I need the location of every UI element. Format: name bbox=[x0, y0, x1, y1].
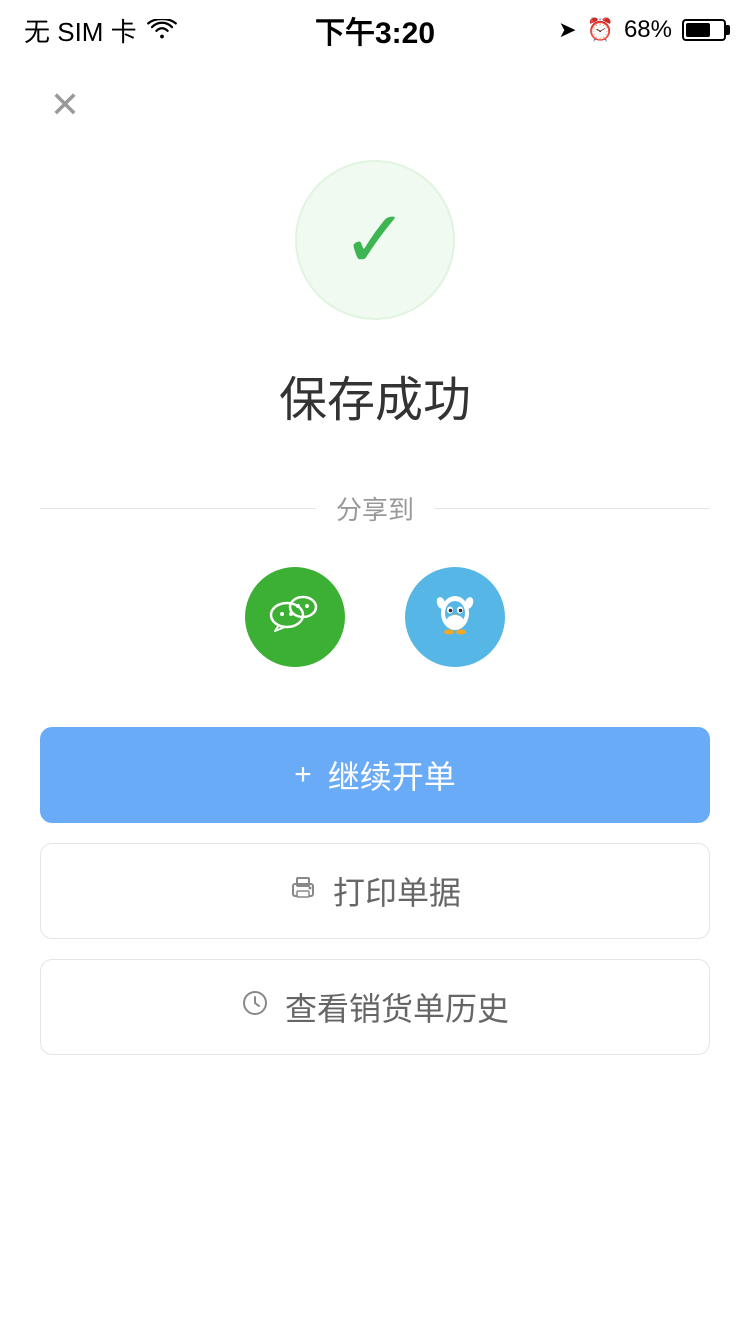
close-icon: ✕ bbox=[50, 87, 80, 123]
main-content: ✕ ✓ 保存成功 分享到 bbox=[0, 60, 750, 1334]
continue-button[interactable]: + 继续开单 bbox=[40, 727, 710, 823]
status-time: 下午3:20 bbox=[315, 8, 435, 52]
history-icon bbox=[241, 989, 269, 1025]
print-label: 打印单据 bbox=[333, 868, 461, 914]
plus-icon: + bbox=[294, 758, 312, 792]
status-bar: 无 SIM 卡 下午3:20 ➤ ⏰ 68% bbox=[0, 0, 750, 60]
share-label: 分享到 bbox=[336, 490, 414, 527]
history-button[interactable]: 查看销货单历史 bbox=[40, 959, 710, 1055]
action-buttons: + 继续开单 打印单据 查看销货单历史 bbox=[40, 727, 710, 1055]
success-title: 保存成功 bbox=[279, 360, 471, 430]
wifi-icon bbox=[147, 15, 177, 46]
checkmark-icon: ✓ bbox=[341, 200, 408, 280]
print-button[interactable]: 打印单据 bbox=[40, 843, 710, 939]
qq-share-button[interactable] bbox=[405, 567, 505, 667]
status-right: ➤ ⏰ 68% bbox=[558, 16, 726, 44]
history-label: 查看销货单历史 bbox=[285, 984, 509, 1030]
share-section: 分享到 bbox=[40, 490, 710, 667]
divider-left bbox=[40, 508, 316, 509]
share-divider: 分享到 bbox=[40, 490, 710, 527]
status-left: 无 SIM 卡 bbox=[24, 12, 177, 49]
success-circle: ✓ bbox=[295, 160, 455, 320]
continue-label: 继续开单 bbox=[328, 752, 456, 798]
share-icons bbox=[245, 567, 505, 667]
wechat-share-button[interactable] bbox=[245, 567, 345, 667]
carrier-text: 无 SIM 卡 bbox=[24, 12, 137, 49]
battery-percent: 68% bbox=[624, 16, 672, 44]
print-icon bbox=[289, 874, 317, 909]
divider-right bbox=[434, 508, 710, 509]
alarm-icon: ⏰ bbox=[587, 17, 614, 43]
close-button[interactable]: ✕ bbox=[40, 80, 90, 130]
battery-icon bbox=[682, 19, 726, 41]
location-icon: ➤ bbox=[558, 17, 576, 43]
